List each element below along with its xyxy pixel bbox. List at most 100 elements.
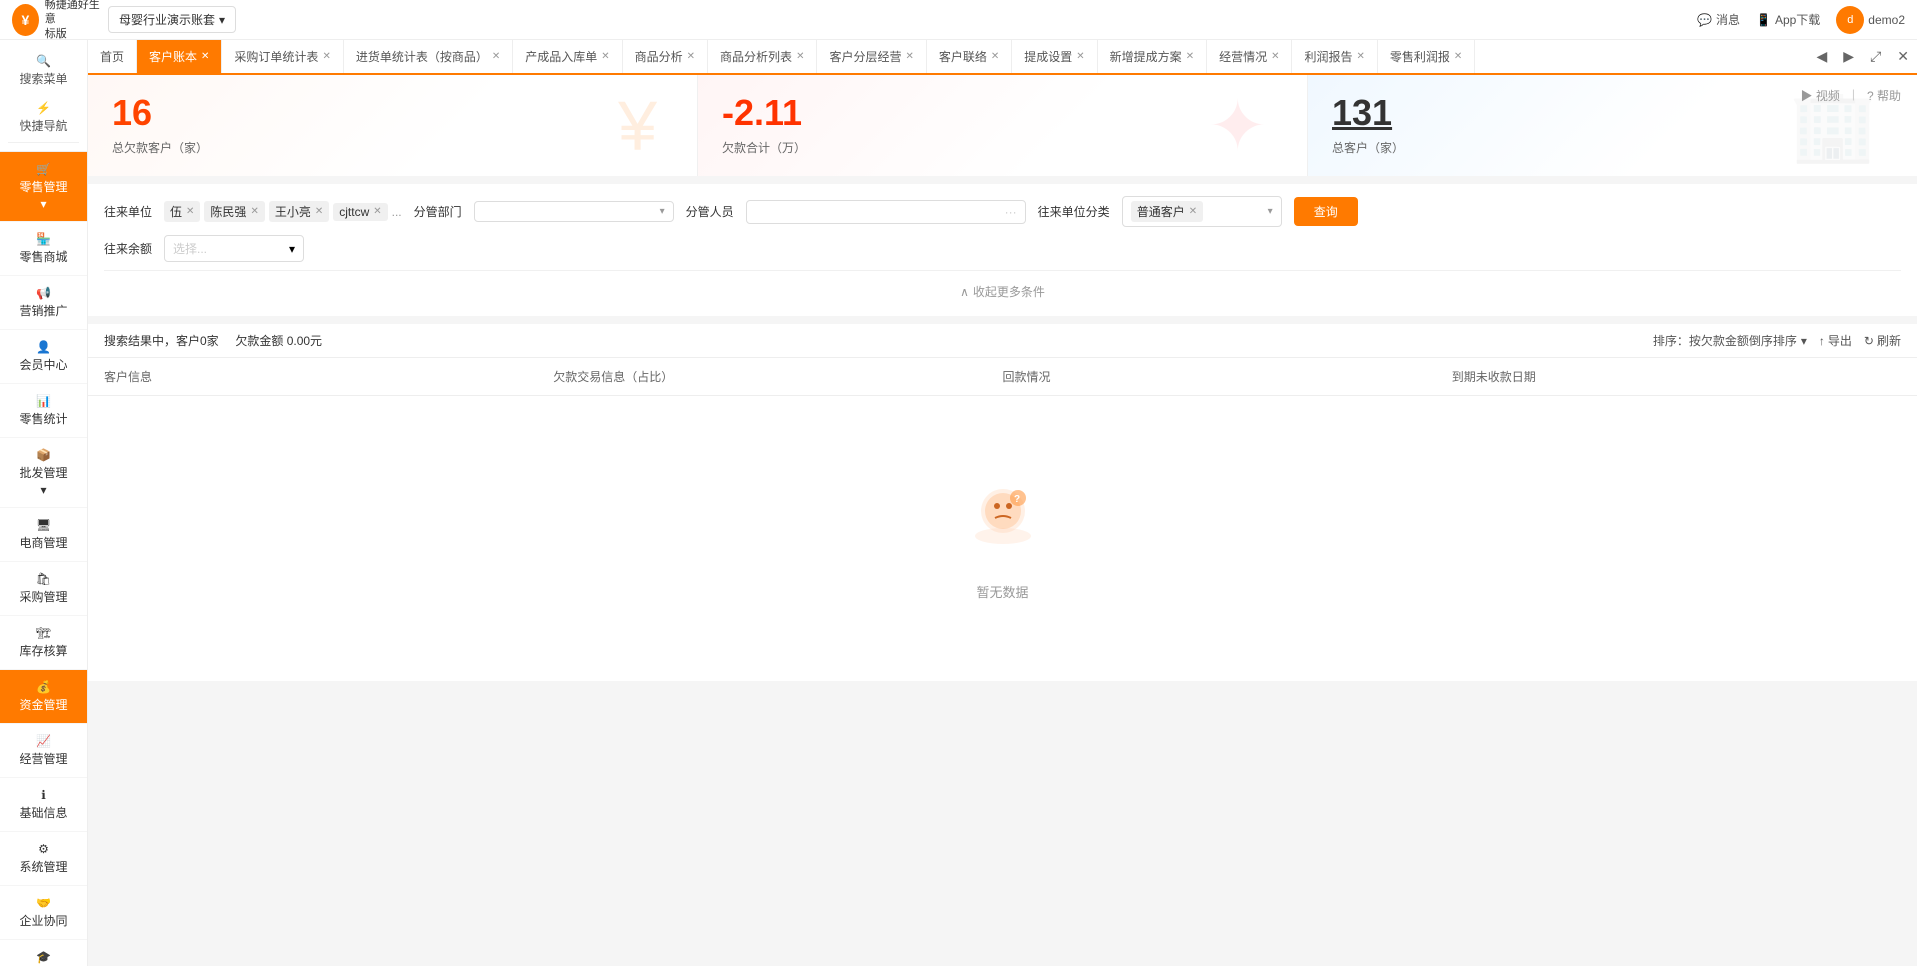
sidebar-item-system[interactable]: ⚙ 系统管理 xyxy=(0,832,87,886)
tab-new-promotion[interactable]: 新增提成方案 ✕ xyxy=(1098,40,1207,73)
sidebar-item-retail-mall[interactable]: 🏪 零售商城 xyxy=(0,222,87,276)
tab-close-product-analysis-list[interactable]: ✕ xyxy=(796,51,804,62)
sidebar-search-section: 🔍 搜索菜单 ⚡ 快捷导航 xyxy=(0,40,87,152)
col-due-date: 到期未收款日期 xyxy=(1452,368,1901,385)
tab-customer-segment[interactable]: 客户分层经营 ✕ xyxy=(817,40,926,73)
tab-home[interactable]: 首页 xyxy=(88,40,137,73)
tab-instock-stats[interactable]: 进货单统计表（按商品） ✕ xyxy=(344,40,513,73)
tab-close-promotion-settings[interactable]: ✕ xyxy=(1076,51,1084,62)
tab-close-operations[interactable]: ✕ xyxy=(1271,51,1279,62)
search-icon: 🔍 xyxy=(36,54,51,68)
quick-nav-btn[interactable]: ⚡ 快捷导航 xyxy=(8,93,79,143)
stats-row: ¥ 16 总欠款客户（家） ✦ -2.11 欠款合计（万） 🏢 xyxy=(88,75,1917,176)
tab-close-customer-contact[interactable]: ✕ xyxy=(991,51,999,62)
filter-tag-cjttcw: cjttcw ✕ xyxy=(333,203,387,221)
sidebar-item-ecommerce[interactable]: 🖥 电商管理 xyxy=(0,508,87,562)
messages-btn[interactable]: 💬 消息 xyxy=(1697,11,1740,28)
member-icon: 👤 xyxy=(36,340,51,354)
filter-person-input[interactable]: ··· xyxy=(746,200,1026,224)
stat-card-credit: ✦ -2.11 欠款合计（万） xyxy=(698,75,1308,176)
app-download-btn[interactable]: 📱 App下载 xyxy=(1756,11,1820,28)
top-right: 💬 消息 📱 App下载 d demo2 xyxy=(1697,6,1905,34)
search-button[interactable]: 查询 xyxy=(1294,197,1358,226)
mall-icon: 🏪 xyxy=(36,232,51,246)
marketing-icon: 📢 xyxy=(36,286,51,300)
tab-scroll-right[interactable]: ▶ xyxy=(1835,44,1862,69)
filter-person-label: 分管人员 xyxy=(686,203,734,220)
tab-product-instock[interactable]: 产成品入库单 ✕ xyxy=(513,40,622,73)
tab-retail-profit[interactable]: 零售利润报 ✕ xyxy=(1378,40,1475,73)
sort-dropdown[interactable]: 排序：按欠款金额倒序排序 ▾ xyxy=(1653,332,1807,349)
video-btn[interactable]: ▶ 视频 xyxy=(1800,87,1839,104)
col-credit-info: 欠款交易信息（占比） xyxy=(553,368,1002,385)
remove-tag-wang[interactable]: ✕ xyxy=(315,206,323,217)
filter-more-btn[interactable]: ... xyxy=(392,205,402,219)
tab-product-analysis[interactable]: 商品分析 ✕ xyxy=(623,40,708,73)
tab-maximize[interactable]: ⤢ xyxy=(1862,44,1889,69)
sidebar-item-inventory[interactable]: 🏗 库存核算 xyxy=(0,616,87,670)
unit-category-tag: 普通客户 ✕ xyxy=(1131,201,1203,222)
tab-close-new-promotion[interactable]: ✕ xyxy=(1186,51,1194,62)
help-btn[interactable]: ? 帮助 xyxy=(1867,87,1901,104)
stat-value-credit: -2.11 xyxy=(722,95,1283,131)
tab-product-analysis-list[interactable]: 商品分析列表 ✕ xyxy=(708,40,817,73)
tab-operations[interactable]: 经营情况 ✕ xyxy=(1207,40,1292,73)
tab-customer-accounts[interactable]: 客户账本 ✕ xyxy=(137,40,222,73)
tab-close-profit-report[interactable]: ✕ xyxy=(1357,51,1365,62)
refresh-btn[interactable]: ↻ 刷新 xyxy=(1864,332,1901,349)
content-area: 首页 客户账本 ✕ 采购订单统计表 ✕ 进货单统计表（按商品） ✕ 产成品入库单… xyxy=(88,40,1917,966)
export-btn[interactable]: ↑ 导出 xyxy=(1819,332,1852,349)
col-customer-info: 客户信息 xyxy=(104,368,553,385)
remove-unit-category[interactable]: ✕ xyxy=(1189,206,1197,217)
stat-inner-credit: -2.11 欠款合计（万） xyxy=(722,95,1283,156)
logo-text: 畅捷通好生意 标版 xyxy=(45,0,100,41)
sidebar-item-marketing[interactable]: 📢 营销推广 xyxy=(0,276,87,330)
export-icon: ↑ xyxy=(1819,334,1825,348)
remove-tag-chen[interactable]: ✕ xyxy=(250,206,258,217)
search-menu-btn[interactable]: 🔍 搜索菜单 xyxy=(8,48,79,93)
sidebar-item-wholesale[interactable]: 📦 批发管理 ▾ xyxy=(0,438,87,508)
avatar: d xyxy=(1836,6,1864,34)
tab-close-product-analysis[interactable]: ✕ xyxy=(687,51,695,62)
tab-close-customer-accounts[interactable]: ✕ xyxy=(201,51,209,62)
tab-promotion-settings[interactable]: 提成设置 ✕ xyxy=(1012,40,1097,73)
person-more-icon: ··· xyxy=(1005,205,1017,219)
filter-unit-category-label: 往来单位分类 xyxy=(1038,203,1110,220)
remove-tag-cjttcw[interactable]: ✕ xyxy=(373,206,381,217)
chevron-icon: ▾ xyxy=(40,197,46,211)
stat-value-customers: 16 xyxy=(112,95,673,131)
tab-close-retail-profit[interactable]: ✕ xyxy=(1454,51,1462,62)
tab-close-product-instock[interactable]: ✕ xyxy=(601,51,609,62)
workspace-selector[interactable]: 母婴行业演示账套 ▾ xyxy=(108,6,236,33)
tab-customer-contact[interactable]: 客户联络 ✕ xyxy=(927,40,1012,73)
tab-purchase-orders[interactable]: 采购订单统计表 ✕ xyxy=(222,40,343,73)
sidebar-item-basic-info[interactable]: ℹ 基础信息 xyxy=(0,778,87,832)
sidebar: 🔍 搜索菜单 ⚡ 快捷导航 🛒 零售管理 ▾ 🏪 零售商城 📢 营销推广 👤 会… xyxy=(0,40,88,966)
nav-icon: ⚡ xyxy=(36,101,51,115)
sidebar-item-finance[interactable]: 💰 资金管理 xyxy=(0,670,87,724)
collapse-btn[interactable]: ∧ 收起更多条件 xyxy=(960,279,1045,304)
sidebar-item-purchase[interactable]: 🛍 采购管理 xyxy=(0,562,87,616)
sidebar-item-retail-stats[interactable]: 📊 零售统计 xyxy=(0,384,87,438)
tab-scroll-left[interactable]: ◀ xyxy=(1809,44,1836,69)
filter-tags: 伍 ✕ 陈民强 ✕ 王小亮 ✕ cjttcw ✕ xyxy=(164,201,402,222)
remove-tag-wu[interactable]: ✕ xyxy=(186,206,194,217)
sort-chevron-icon: ▾ xyxy=(1801,334,1807,348)
sidebar-item-new-guide[interactable]: 🎓 新手引导 xyxy=(0,940,87,966)
tab-close-all[interactable]: ✕ xyxy=(1889,44,1917,69)
sidebar-item-operations[interactable]: 📈 经营管理 xyxy=(0,724,87,778)
empty-state: ? 暂无数据 xyxy=(88,396,1917,681)
tab-close-purchase-orders[interactable]: ✕ xyxy=(322,51,330,62)
filter-unit-category-select[interactable]: 普通客户 ✕ ▾ xyxy=(1122,196,1282,227)
tab-close-instock-stats[interactable]: ✕ xyxy=(492,51,500,62)
filter-dept-select[interactable]: ▾ xyxy=(474,201,674,222)
ecommerce-icon: 🖥 xyxy=(36,518,51,532)
tab-close-customer-segment[interactable]: ✕ xyxy=(905,51,913,62)
page-content: ¥ 16 总欠款客户（家） ✦ -2.11 欠款合计（万） 🏢 xyxy=(88,75,1917,966)
filter-balance-select[interactable]: 选择... ▾ xyxy=(164,235,304,262)
sidebar-item-enterprise[interactable]: 🤝 企业协同 xyxy=(0,886,87,940)
sidebar-item-member[interactable]: 👤 会员中心 xyxy=(0,330,87,384)
tab-profit-report[interactable]: 利润报告 ✕ xyxy=(1292,40,1377,73)
user-profile[interactable]: d demo2 xyxy=(1836,6,1905,34)
sidebar-item-retail-mgmt[interactable]: 🛒 零售管理 ▾ xyxy=(0,152,87,222)
